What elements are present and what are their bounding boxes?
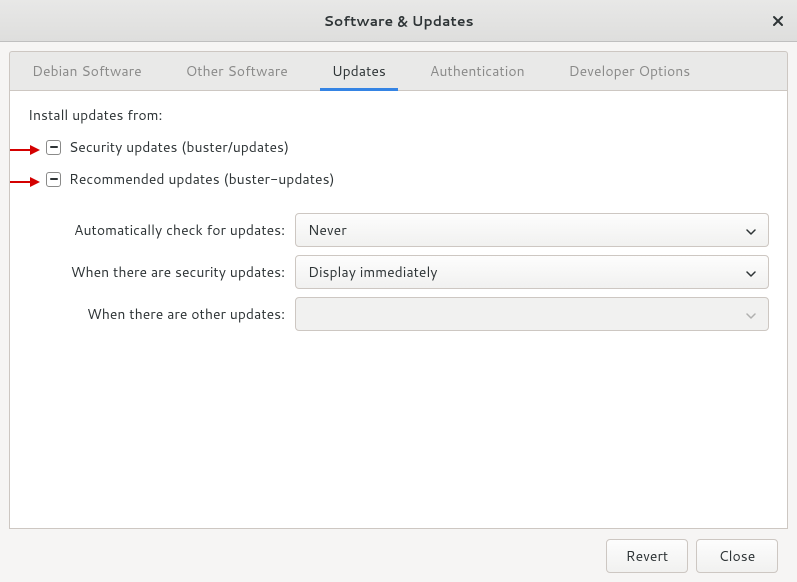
dialog-footer: Revert Close xyxy=(9,529,788,573)
other-updates-label: When there are other updates: xyxy=(20,304,295,324)
security-updates-value: Display immediately xyxy=(308,262,438,282)
indeterminate-icon xyxy=(50,178,58,181)
indeterminate-icon xyxy=(50,146,58,149)
revert-button[interactable]: Revert xyxy=(606,539,688,573)
updates-panel: Install updates from: Security updates (… xyxy=(9,91,788,529)
checkbox-recommended-updates[interactable] xyxy=(46,172,61,187)
tab-other-software[interactable]: Other Software xyxy=(164,52,310,90)
close-icon[interactable] xyxy=(771,14,785,28)
tab-updates[interactable]: Updates xyxy=(310,52,408,90)
close-button[interactable]: Close xyxy=(696,539,778,573)
chevron-down-icon xyxy=(746,304,756,324)
chevron-down-icon xyxy=(746,220,756,240)
annotation-arrow-icon xyxy=(10,173,40,185)
source-recommended-updates: Recommended updates (buster-updates) xyxy=(46,169,769,189)
tab-authentication[interactable]: Authentication xyxy=(408,52,547,90)
chevron-down-icon xyxy=(746,262,756,282)
source-security-updates: Security updates (buster/updates) xyxy=(46,137,769,157)
titlebar: Software & Updates xyxy=(0,0,797,42)
auto-check-value: Never xyxy=(308,220,347,240)
security-updates-dropdown[interactable]: Display immediately xyxy=(295,255,769,289)
checkbox-label-recommended[interactable]: Recommended updates (buster-updates) xyxy=(69,169,335,189)
install-from-label: Install updates from: xyxy=(28,105,769,125)
tab-debian-software[interactable]: Debian Software xyxy=(10,52,164,90)
checkbox-security-updates[interactable] xyxy=(46,140,61,155)
other-updates-dropdown xyxy=(295,297,769,331)
window-title: Software & Updates xyxy=(323,11,473,31)
security-updates-label: When there are security updates: xyxy=(20,262,295,282)
tab-bar: Debian Software Other Software Updates A… xyxy=(9,51,788,91)
auto-check-dropdown[interactable]: Never xyxy=(295,213,769,247)
auto-check-label: Automatically check for updates: xyxy=(20,220,295,240)
tab-developer-options[interactable]: Developer Options xyxy=(547,52,713,90)
annotation-arrow-icon xyxy=(10,141,40,153)
checkbox-label-security[interactable]: Security updates (buster/updates) xyxy=(69,137,289,157)
